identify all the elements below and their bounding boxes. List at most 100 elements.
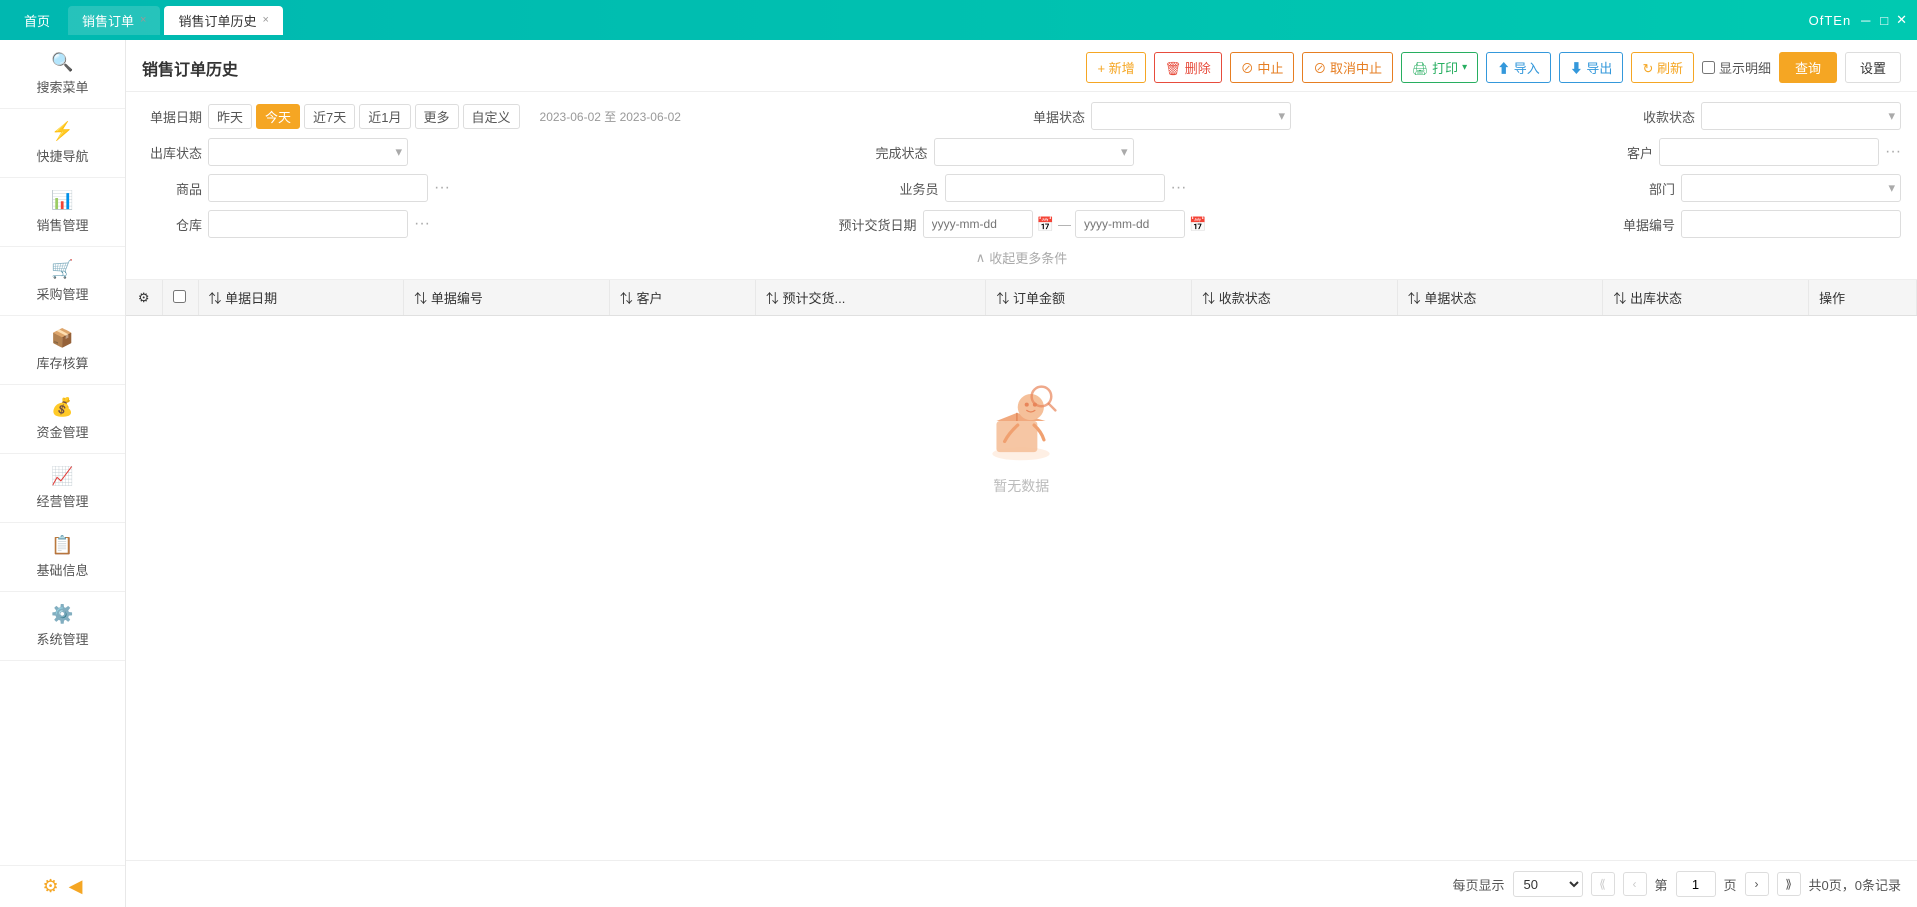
sidebar-item-purchase-mgmt-label: 采购管理: [36, 284, 88, 303]
col-customer-label: 客户: [636, 291, 662, 306]
col-bill-status[interactable]: ⇅ 单据状态: [1397, 280, 1603, 316]
calendar-start-icon[interactable]: 📅: [1037, 216, 1054, 233]
sidebar-item-sales-mgmt[interactable]: 📊 销售管理: [0, 178, 125, 247]
sidebar-item-purchase-mgmt[interactable]: 🛒 采购管理: [0, 247, 125, 316]
complete-status-label: 完成状态: [868, 143, 928, 162]
filter-complete-status: 完成状态 ▾: [868, 138, 1134, 166]
sidebar-item-ops-mgmt[interactable]: 📈 经营管理: [0, 454, 125, 523]
sidebar-item-inventory-mgmt[interactable]: 📦 库存核算: [0, 316, 125, 385]
export-button[interactable]: ⬇ 导出: [1559, 52, 1624, 83]
date-btn-last7[interactable]: 近7天: [304, 104, 355, 129]
date-btn-yesterday[interactable]: 昨天: [208, 104, 252, 129]
refresh-button[interactable]: ↻ 刷新: [1631, 52, 1694, 83]
page-word-post: 页: [1724, 875, 1737, 894]
payment-status-select[interactable]: [1701, 102, 1901, 130]
date-btn-more[interactable]: 更多: [415, 104, 459, 129]
sidebar-collapse-icon[interactable]: ◀: [69, 876, 83, 897]
table-area: ⚙ ⇅ 单据日期 ⇅ 单据编号: [126, 280, 1917, 860]
date-btn-last1m[interactable]: 近1月: [359, 104, 410, 129]
page-number-input[interactable]: [1676, 871, 1716, 897]
col-checkbox[interactable]: [162, 280, 198, 316]
col-customer[interactable]: ⇅ 客户: [609, 280, 755, 316]
col-amount[interactable]: ⇅ 订单金额: [986, 280, 1192, 316]
query-button[interactable]: 查询: [1779, 52, 1837, 83]
sidebar-item-fund-mgmt-label: 资金管理: [36, 422, 88, 441]
sidebar-item-quick-nav-label: 快捷导航: [36, 146, 88, 165]
close-icon-sales-order-history[interactable]: ×: [262, 14, 268, 26]
date-filter-label: 单据日期: [142, 107, 202, 126]
out-status-select[interactable]: [208, 138, 408, 166]
new-button[interactable]: + 新增: [1086, 52, 1145, 83]
col-payment-status[interactable]: ⇅ 收款状态: [1192, 280, 1398, 316]
col-order-no[interactable]: ⇅ 单据编号: [404, 280, 610, 316]
window-close-icon[interactable]: ✕: [1896, 12, 1907, 28]
print-dropdown-arrow[interactable]: ▾: [1462, 62, 1467, 73]
col-expected-date-label: 预计交货...: [783, 291, 846, 306]
inventory-mgmt-icon: 📦: [51, 328, 73, 349]
warehouse-ellipsis-btn[interactable]: ···: [414, 215, 430, 233]
calendar-end-icon[interactable]: 📅: [1189, 216, 1206, 233]
complete-status-select[interactable]: [934, 138, 1134, 166]
col-out-status[interactable]: ⇅ 出库状态: [1603, 280, 1809, 316]
stop-button[interactable]: ⊘ 中止: [1230, 52, 1295, 83]
page-prev-btn[interactable]: ‹: [1623, 872, 1647, 896]
bill-status-select[interactable]: [1091, 102, 1291, 130]
page-last-btn[interactable]: ⟫: [1777, 872, 1801, 896]
page-next-btn[interactable]: ›: [1745, 872, 1769, 896]
print-button[interactable]: 🖨 打印 ▾: [1401, 52, 1478, 83]
sidebar-bottom: ⚙ ◀: [0, 865, 125, 907]
settings-col-icon: ⚙: [138, 290, 150, 305]
sidebar-item-quick-nav[interactable]: ⚡ 快捷导航: [0, 109, 125, 178]
settings-button[interactable]: 设置: [1845, 52, 1901, 83]
search-menu-icon: 🔍: [51, 52, 73, 73]
close-icon-sales-order[interactable]: ×: [140, 14, 146, 26]
import-button[interactable]: ⬆ 导入: [1486, 52, 1551, 83]
cancel-button[interactable]: ⊘ 取消中止: [1302, 52, 1393, 83]
sidebar-item-sys-mgmt[interactable]: ⚙️ 系统管理: [0, 592, 125, 661]
expected-date-end[interactable]: [1075, 210, 1185, 238]
col-payment-status-label: 收款状态: [1219, 291, 1271, 306]
tab-home[interactable]: 首页: [10, 6, 64, 35]
customer-ellipsis-btn[interactable]: ···: [1885, 143, 1901, 161]
basic-info-icon: 📋: [51, 535, 73, 556]
page-first-btn[interactable]: ⟪: [1591, 872, 1615, 896]
date-range-text: 2023-06-02 至 2023-06-02: [540, 108, 681, 125]
date-btn-today[interactable]: 今天: [256, 104, 300, 129]
sidebar-item-basic-info-label: 基础信息: [36, 560, 88, 579]
window-maximize-icon[interactable]: □: [1880, 13, 1888, 28]
delete-button[interactable]: 🗑 删除: [1154, 52, 1222, 83]
col-date[interactable]: ⇅ 单据日期: [198, 280, 404, 316]
goods-input[interactable]: [208, 174, 428, 202]
sidebar-item-search-menu[interactable]: 🔍 搜索菜单: [0, 40, 125, 109]
page-size-select[interactable]: 10 20 50 100: [1513, 871, 1583, 897]
select-all-checkbox[interactable]: [173, 290, 186, 303]
customer-input[interactable]: [1659, 138, 1879, 166]
date-btn-custom[interactable]: 自定义: [463, 104, 520, 129]
sidebar-settings-icon[interactable]: ⚙: [43, 876, 59, 897]
warehouse-label: 仓库: [142, 215, 202, 234]
collapse-button[interactable]: ∧ 收起更多条件: [976, 248, 1068, 267]
window-minimize-icon[interactable]: －: [1859, 11, 1872, 30]
sidebar-item-fund-mgmt[interactable]: 💰 资金管理: [0, 385, 125, 454]
show-detail-checkbox[interactable]: [1702, 61, 1715, 74]
col-settings[interactable]: ⚙: [126, 280, 162, 316]
goods-ellipsis-btn[interactable]: ···: [434, 179, 450, 197]
import-label: ⬆ 导入: [1497, 58, 1540, 77]
salesman-input[interactable]: [945, 174, 1165, 202]
show-detail-wrap: 显示明细: [1702, 58, 1771, 77]
tab-sales-order-history[interactable]: 销售订单历史 ×: [164, 6, 282, 35]
sidebar-item-basic-info[interactable]: 📋 基础信息: [0, 523, 125, 592]
top-bar: 首页 销售订单 × 销售订单历史 × OfTEn － □ ✕: [0, 0, 1917, 40]
total-records-text: 共0页，0条记录: [1809, 875, 1901, 894]
dept-select[interactable]: [1681, 174, 1901, 202]
col-expected-date[interactable]: ⇅ 预计交货...: [755, 280, 986, 316]
order-no-input[interactable]: [1681, 210, 1901, 238]
new-label: + 新增: [1097, 58, 1134, 77]
warehouse-input[interactable]: [208, 210, 408, 238]
expected-date-start[interactable]: [923, 210, 1033, 238]
tab-sales-order[interactable]: 销售订单 ×: [68, 6, 160, 35]
print-label: 🖨 打印: [1412, 58, 1458, 77]
salesman-ellipsis-btn[interactable]: ···: [1171, 179, 1187, 197]
ops-mgmt-icon: 📈: [51, 466, 73, 487]
table-footer: 每页显示 10 20 50 100 ⟪ ‹ 第 页 › ⟫ 共0页，0条记录: [126, 860, 1917, 907]
